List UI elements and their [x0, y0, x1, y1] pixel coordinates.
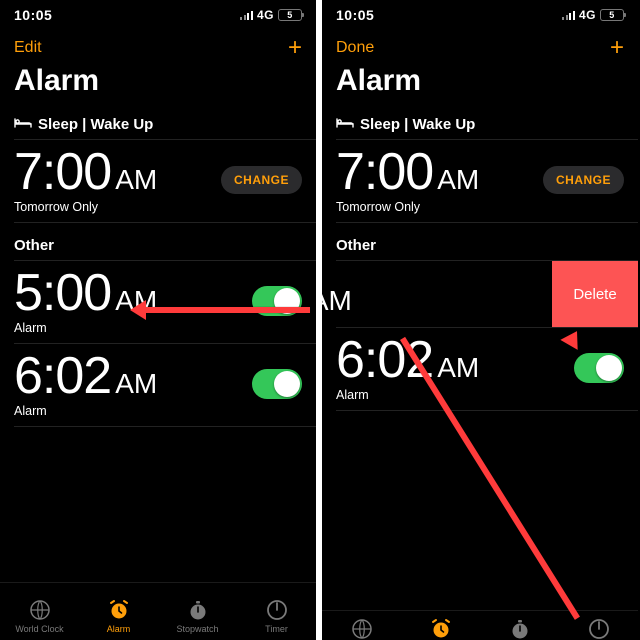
battery-icon: 5 [278, 9, 302, 21]
tab-label: Stopwatch [176, 624, 218, 634]
alarm-icon [429, 617, 453, 640]
sleep-ampm: AM [437, 164, 479, 195]
other-section-header: Other [322, 223, 638, 260]
status-time: 10:05 [14, 7, 52, 23]
signal-icon [240, 10, 253, 20]
alarm-row[interactable]: 6:02AM Alarm [0, 344, 316, 426]
add-alarm-button[interactable]: + [610, 36, 624, 60]
sleep-header-label: Sleep | Wake Up [360, 116, 475, 133]
network-label: 4G [257, 8, 274, 22]
tab-alarm[interactable]: Alarm [79, 598, 158, 634]
status-time: 10:05 [336, 7, 374, 23]
sleep-subtitle: Tomorrow Only [14, 200, 221, 214]
nav-bar: Done + [322, 30, 638, 64]
tab-timer[interactable] [559, 617, 638, 640]
sleep-subtitle: Tomorrow Only [336, 200, 543, 214]
page-title: Alarm [322, 64, 638, 108]
tab-label: Alarm [107, 624, 131, 634]
tab-bar-partial [322, 610, 638, 640]
alarm-row[interactable]: 6:02AM Alarm [322, 328, 638, 410]
alarm-label: Alarm [14, 404, 252, 418]
globe-icon [28, 598, 52, 622]
tab-timer[interactable]: Timer [237, 598, 316, 634]
alarm-ampm: AM [115, 368, 157, 399]
stopwatch-icon [186, 598, 210, 622]
timer-icon [587, 617, 611, 640]
delete-button[interactable]: Delete [552, 261, 638, 327]
other-section-header: Other [0, 223, 316, 260]
alarm-time: 6:02 [14, 347, 111, 405]
alarm-toggle[interactable] [252, 286, 302, 316]
tab-label: World Clock [15, 624, 63, 634]
alarm-label: Alarm [336, 388, 574, 402]
alarm-row-swiped[interactable]: 00AM Delete [322, 261, 638, 327]
other-header-label: Other [14, 237, 54, 254]
alarm-toggle[interactable] [252, 369, 302, 399]
alarm-icon [107, 598, 131, 622]
status-bar: 10:05 4G 5 [0, 0, 316, 30]
phone-left: 10:05 4G 5 Edit + Alarm Sleep | Wake Up … [0, 0, 316, 640]
tab-bar: World Clock Alarm Stopwatch Timer [0, 582, 316, 640]
edit-button[interactable]: Edit [14, 39, 42, 57]
sleep-ampm: AM [115, 164, 157, 195]
stopwatch-icon [508, 617, 532, 640]
done-button[interactable]: Done [336, 39, 374, 57]
tab-alarm[interactable] [401, 617, 480, 640]
tab-stopwatch[interactable]: Stopwatch [158, 598, 237, 634]
sleep-header-label: Sleep | Wake Up [38, 116, 153, 133]
tab-world-clock[interactable] [322, 617, 401, 640]
globe-icon [350, 617, 374, 640]
timer-icon [265, 598, 289, 622]
network-label: 4G [579, 8, 596, 22]
nav-bar: Edit + [0, 30, 316, 64]
change-button[interactable]: CHANGE [221, 166, 302, 194]
alarm-ampm: AM [322, 285, 352, 316]
tab-label: Timer [265, 624, 288, 634]
add-alarm-button[interactable]: + [288, 36, 302, 60]
battery-icon: 5 [600, 9, 624, 21]
phone-right: 10:05 4G 5 Done + Alarm Sleep | Wake Up … [322, 0, 638, 640]
alarm-label: Alarm [14, 321, 252, 335]
sleep-section-header: Sleep | Wake Up [322, 108, 638, 139]
sleep-time: 7:00 [336, 143, 433, 201]
change-button[interactable]: CHANGE [543, 166, 624, 194]
sleep-section-header: Sleep | Wake Up [0, 108, 316, 139]
status-right: 4G 5 [562, 8, 624, 22]
bed-icon [336, 116, 354, 133]
alarm-toggle[interactable] [574, 353, 624, 383]
alarm-ampm: AM [437, 352, 479, 383]
other-header-label: Other [336, 237, 376, 254]
signal-icon [562, 10, 575, 20]
sleep-row[interactable]: 7:00AM Tomorrow Only CHANGE [322, 140, 638, 222]
page-title: Alarm [0, 64, 316, 108]
bed-icon [14, 116, 32, 133]
tab-world-clock[interactable]: World Clock [0, 598, 79, 634]
status-bar: 10:05 4G 5 [322, 0, 638, 30]
tab-stopwatch[interactable] [480, 617, 559, 640]
sleep-row[interactable]: 7:00AM Tomorrow Only CHANGE [0, 140, 316, 222]
alarm-row[interactable]: 5:00AM Alarm [0, 261, 316, 343]
alarm-time: 5:00 [14, 264, 111, 322]
status-right: 4G 5 [240, 8, 302, 22]
sleep-time: 7:00 [14, 143, 111, 201]
alarm-ampm: AM [115, 285, 157, 316]
alarm-time: 6:02 [336, 331, 433, 389]
